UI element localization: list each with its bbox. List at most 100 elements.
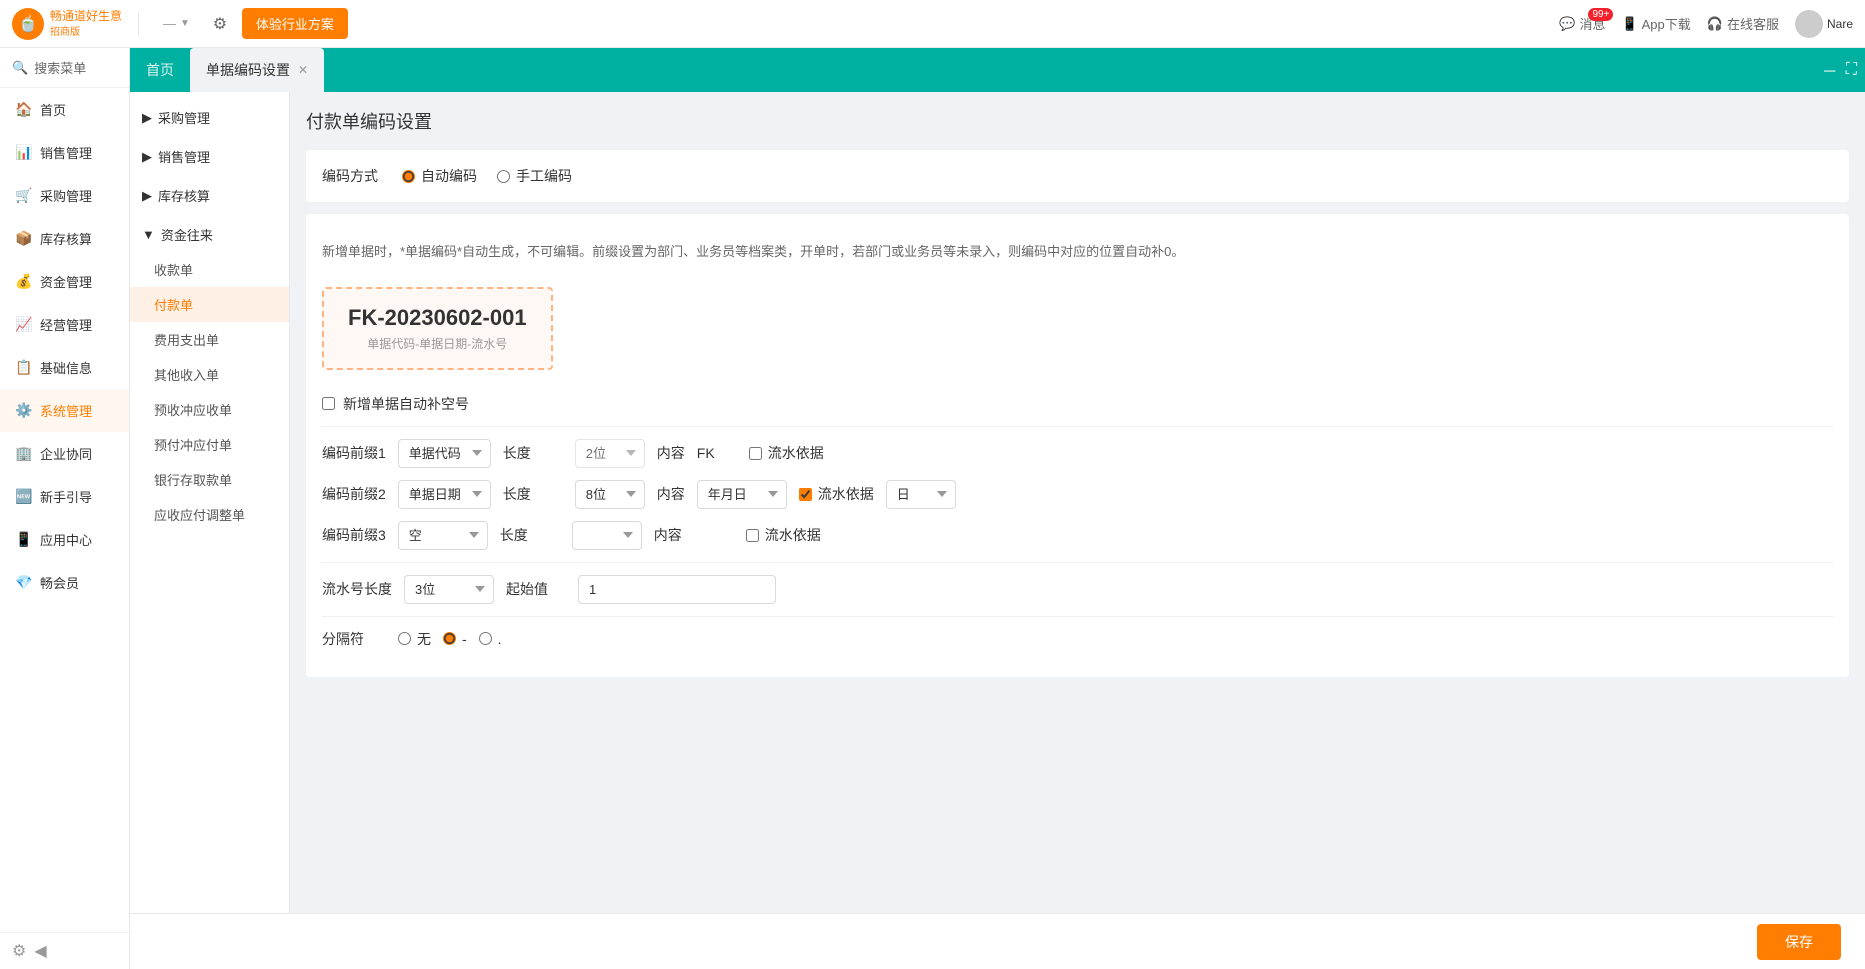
logo-sub: 招商版 <box>50 23 122 38</box>
sub-nav-item-adjust[interactable]: 应收应付调整单 <box>130 497 289 532</box>
manual-encoding-option[interactable]: 手工编码 <box>497 166 572 186</box>
bottom-bar: 保存 <box>130 913 1865 969</box>
divider <box>322 426 1833 427</box>
settings-bottom-icon[interactable]: ⚙ <box>12 941 26 961</box>
finance-icon: 💰 <box>16 274 32 290</box>
sidebar-item-finance[interactable]: 💰 资金管理 <box>0 260 129 303</box>
sidebar-item-system[interactable]: ⚙️ 系统管理 <box>0 389 129 432</box>
stream2-period-select[interactable]: 日 <box>886 480 956 509</box>
sidebar-item-enterprise[interactable]: 🏢 企业协同 <box>0 432 129 475</box>
sub-nav-item-other-income[interactable]: 其他收入单 <box>130 357 289 392</box>
online-support-button[interactable]: 🎧 在线客服 <box>1707 14 1779 33</box>
sidebar-item-basic[interactable]: 📋 基础信息 <box>0 346 129 389</box>
message-button[interactable]: 💬 消息 99+ <box>1559 14 1605 33</box>
start-value-input[interactable] <box>578 575 776 604</box>
sidebar-item-vip[interactable]: 💎 畅会员 <box>0 561 129 604</box>
serial-length-select[interactable]: 3位 <box>404 575 494 604</box>
sub-sidebar: ▶ 采购管理 ▶ 销售管理 ▶ 库存核算 <box>130 92 290 913</box>
user-name: Nare <box>1827 17 1853 31</box>
tab-close-icon[interactable]: ✕ <box>298 63 308 77</box>
sub-nav-header-capital[interactable]: ▼ 资金往来 <box>130 217 289 252</box>
stream2-checkbox[interactable] <box>799 488 812 501</box>
app-download-button[interactable]: 📱 App下载 <box>1621 14 1690 33</box>
sidebar-item-inventory[interactable]: 📦 库存核算 <box>0 217 129 260</box>
prefix1-select[interactable]: 单据代码 <box>398 439 491 468</box>
nav-dropdown[interactable]: — ▼ <box>155 12 198 35</box>
sidebar-item-guide[interactable]: 🆕 新手引导 <box>0 475 129 518</box>
separator-dash-option[interactable]: - <box>443 631 467 647</box>
top-bar: 🍵 畅通道好生意 招商版 — ▼ ⚙ 体验行业方案 💬 消息 99+ 📱 App… <box>0 0 1865 48</box>
trial-button[interactable]: 体验行业方案 <box>242 8 348 39</box>
stream3-checkbox[interactable] <box>746 529 759 542</box>
separator-dash-radio[interactable] <box>443 632 456 645</box>
top-bar-right: 💬 消息 99+ 📱 App下载 🎧 在线客服 Nare <box>1559 10 1853 38</box>
home-icon: 🏠 <box>16 102 32 118</box>
sidebar-item-label: 库存核算 <box>40 229 92 248</box>
tab-encoding-settings[interactable]: 单据编码设置 ✕ <box>190 48 324 92</box>
sub-nav-header-purchase[interactable]: ▶ 采购管理 <box>130 100 289 135</box>
stream1-checkbox[interactable] <box>749 447 762 460</box>
separator-none-option[interactable]: 无 <box>398 629 431 649</box>
info-text: 新增单据时，*单据编码*自动生成，不可编辑。前缀设置为部门、业务员等档案类，开单… <box>322 242 1833 263</box>
auto-fill-label: 新增单据自动补空号 <box>343 394 469 414</box>
sub-nav-item-bank[interactable]: 银行存取款单 <box>130 462 289 497</box>
prefix2-select[interactable]: 单据日期 <box>398 480 491 509</box>
basic-icon: 📋 <box>16 360 32 376</box>
content2-select[interactable]: 年月日 <box>697 480 787 509</box>
prefix3-select[interactable]: 空 <box>398 521 488 550</box>
collapse-icon[interactable]: ◀ <box>34 941 46 961</box>
top-bar-left: 🍵 畅通道好生意 招商版 — ▼ ⚙ 体验行业方案 <box>12 8 348 40</box>
length2-select[interactable]: 8位 <box>575 480 645 509</box>
logo-icon: 🍵 <box>12 8 44 40</box>
tab-home-label: 首页 <box>146 60 174 80</box>
avatar <box>1795 10 1823 38</box>
user-profile[interactable]: Nare <box>1795 10 1853 38</box>
encoding-method-group: 编码方式 自动编码 手工编码 <box>322 166 1833 186</box>
sub-nav-item-receipt[interactable]: 收款单 <box>130 252 289 287</box>
logo-text: 畅通道好生意 <box>50 9 122 23</box>
sidebar-item-sales[interactable]: 📊 销售管理 <box>0 131 129 174</box>
sidebar-item-label: 基础信息 <box>40 358 92 377</box>
sidebar-item-label: 首页 <box>40 100 66 119</box>
maximize-icon[interactable]: ⛶ <box>1846 61 1857 79</box>
sidebar-item-label: 应用中心 <box>40 530 92 549</box>
auto-encoding-radio[interactable] <box>402 170 415 183</box>
separator-none-radio[interactable] <box>398 632 411 645</box>
main-layout: 🔍 搜索菜单 🏠 首页 📊 销售管理 🛒 采购管理 📦 库存核算 💰 资金管理 … <box>0 48 1865 969</box>
sidebar-item-apps[interactable]: 📱 应用中心 <box>0 518 129 561</box>
sidebar-item-label: 系统管理 <box>40 401 92 420</box>
download-icon: 📱 <box>1621 16 1637 32</box>
sub-nav-item-payment[interactable]: 付款单 <box>130 287 289 322</box>
sidebar-item-label: 新手引导 <box>40 487 92 506</box>
encoding-method-card: 编码方式 自动编码 手工编码 <box>306 150 1849 202</box>
auto-fill-checkbox[interactable] <box>322 397 335 410</box>
stream1-label: 流水依据 <box>768 443 824 463</box>
length3-select[interactable] <box>572 521 642 550</box>
system-icon: ⚙️ <box>16 403 32 419</box>
settings-icon[interactable]: ⚙ <box>206 10 234 38</box>
sidebar-item-home[interactable]: 🏠 首页 <box>0 88 129 131</box>
sidebar-item-purchase[interactable]: 🛒 采购管理 <box>0 174 129 217</box>
sidebar-bottom: ⚙ ◀ <box>0 932 129 969</box>
sub-nav-item-pre-receipt[interactable]: 预收冲应收单 <box>130 392 289 427</box>
tab-home[interactable]: 首页 <box>130 48 190 92</box>
separator-label: 分隔符 <box>322 629 382 649</box>
sub-nav-header-label: 资金往来 <box>161 225 213 244</box>
page-body: ▶ 采购管理 ▶ 销售管理 ▶ 库存核算 <box>130 92 1865 913</box>
separator-dot-radio[interactable] <box>479 632 492 645</box>
separator-dot-option[interactable]: . <box>479 631 502 647</box>
sub-nav-item-expense[interactable]: 费用支出单 <box>130 322 289 357</box>
sidebar-item-operation[interactable]: 📈 经营管理 <box>0 303 129 346</box>
manual-encoding-radio[interactable] <box>497 170 510 183</box>
stream2-label: 流水依据 <box>818 484 874 504</box>
chevron-right-icon: ▶ <box>142 188 152 204</box>
sub-nav-header-inventory[interactable]: ▶ 库存核算 <box>130 178 289 213</box>
sub-nav-item-pre-payment[interactable]: 预付冲应付单 <box>130 427 289 462</box>
minimize-icon[interactable]: － <box>1822 58 1838 82</box>
message-badge: 99+ <box>1588 8 1613 21</box>
search-menu[interactable]: 🔍 搜索菜单 <box>0 48 129 88</box>
content3-label: 内容 <box>654 525 682 545</box>
auto-encoding-option[interactable]: 自动编码 <box>402 166 477 186</box>
sub-nav-header-sales[interactable]: ▶ 销售管理 <box>130 139 289 174</box>
save-button[interactable]: 保存 <box>1757 924 1841 960</box>
